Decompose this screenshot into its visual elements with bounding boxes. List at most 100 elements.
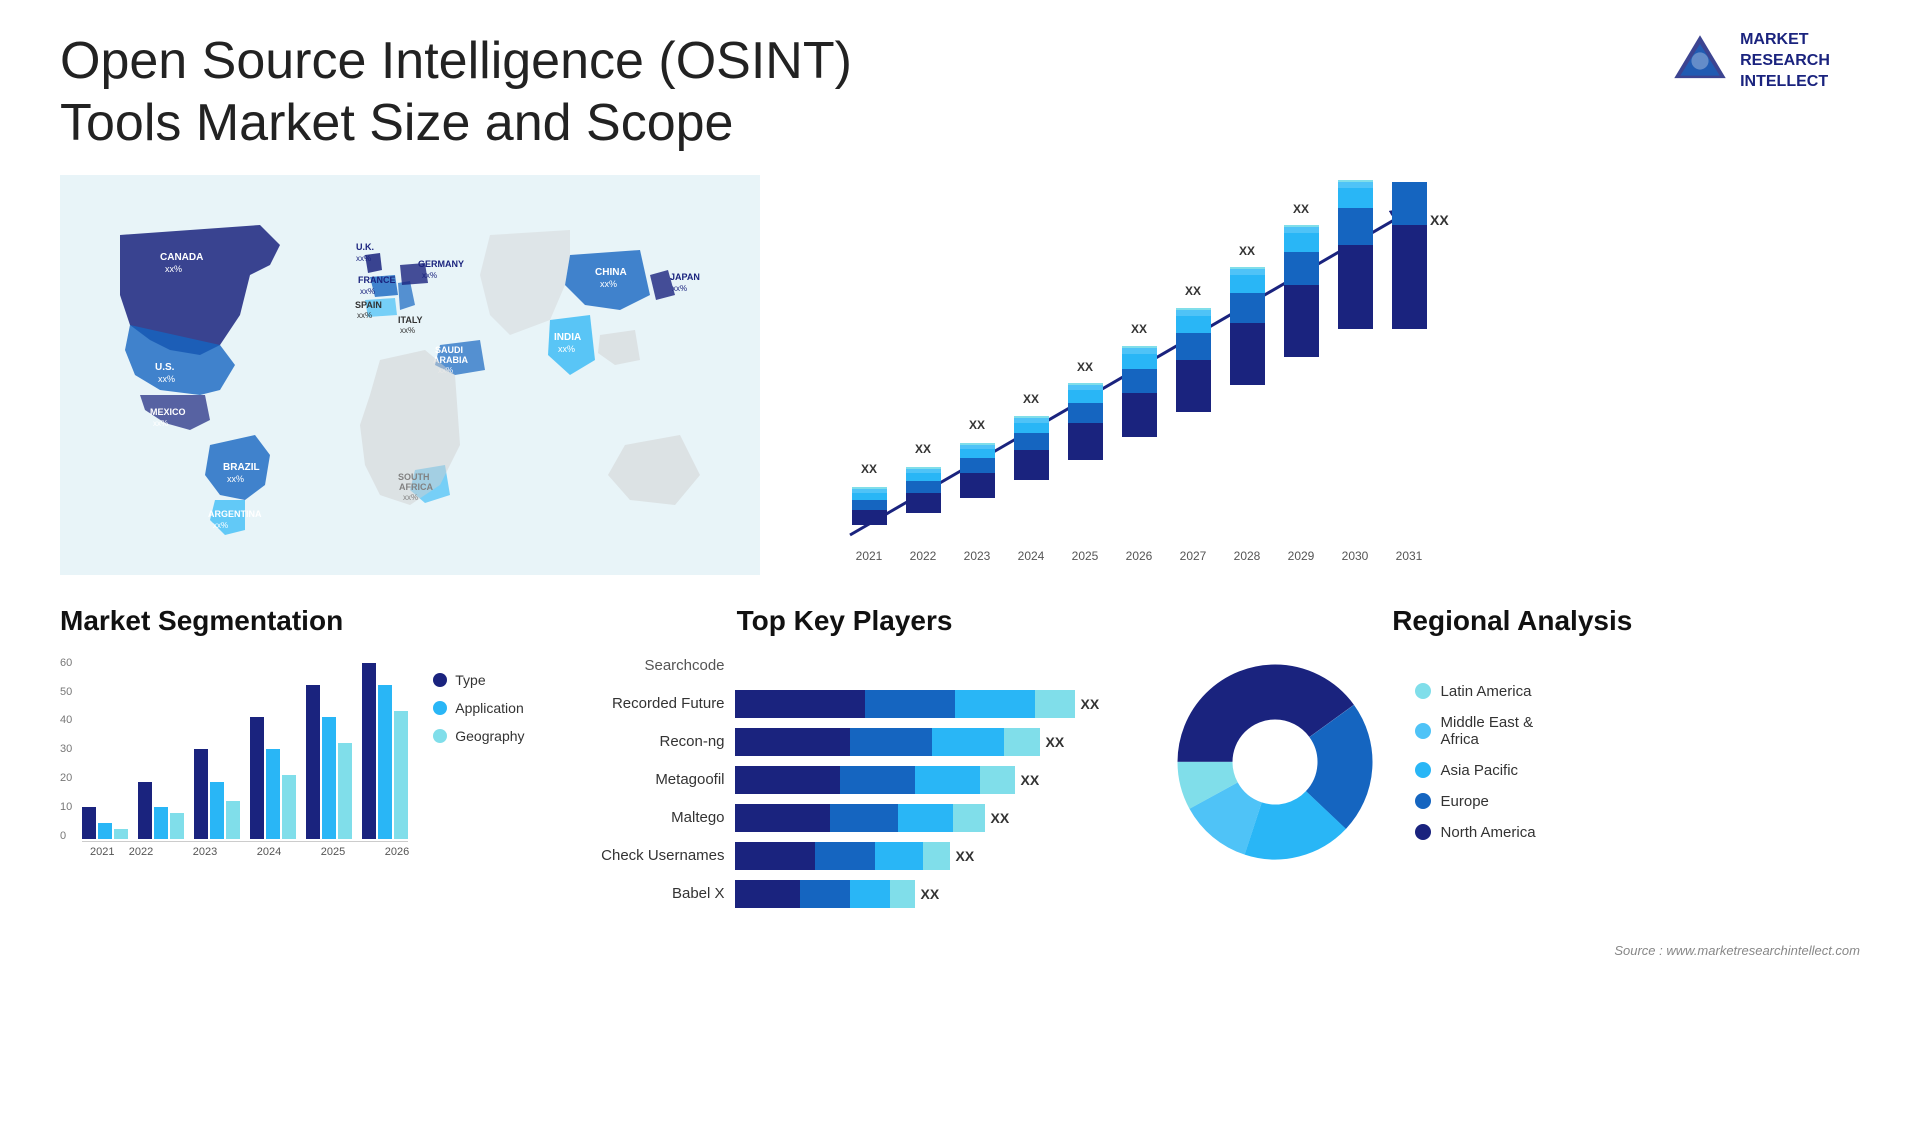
svg-text:BRAZIL: BRAZIL [223, 462, 260, 473]
source-text: Source : www.marketresearchintellect.com [0, 938, 1920, 968]
svg-text:xx%: xx% [158, 374, 175, 384]
player-row-searchcode: Searchcode [565, 652, 1125, 680]
svg-text:2024: 2024 [1018, 549, 1045, 563]
svg-text:XX: XX [915, 442, 931, 456]
player-row-check-usernames: Check Usernames XX [565, 842, 1125, 870]
legend-dot-asia-pacific [1415, 762, 1431, 778]
header: Open Source Intelligence (OSINT) Tools M… [0, 0, 1920, 165]
seg-legend-dot-geography [433, 729, 447, 743]
svg-text:xx%: xx% [356, 254, 371, 263]
svg-text:XX: XX [861, 462, 877, 476]
player-bar-recorded-future: XX [735, 690, 1125, 718]
svg-text:ARGENTINA: ARGENTINA [208, 509, 262, 519]
svg-text:xx%: xx% [213, 521, 228, 530]
svg-text:INDIA: INDIA [554, 332, 581, 343]
seg-legend-dot-application [433, 701, 447, 715]
bottom-row: Market Segmentation 60 50 40 30 20 10 0 [0, 595, 1920, 938]
svg-text:XX: XX [1293, 202, 1309, 216]
seg-bar-geo-2023 [226, 801, 240, 839]
legend-dot-middle-east [1415, 723, 1431, 739]
player-value-maltego: XX [991, 810, 1010, 826]
svg-text:xx%: xx% [600, 279, 617, 289]
svg-text:2025: 2025 [1072, 549, 1099, 563]
bar-chart-wrapper: XX 2021 XX 2022 XX 2023 [800, 175, 1860, 575]
legend-dot-north-america [1415, 824, 1431, 840]
legend-item-middle-east: Middle East &Africa [1415, 714, 1536, 748]
regional-content: Latin America Middle East &Africa Asia P… [1165, 652, 1860, 872]
seg-legend-application: Application [433, 700, 524, 716]
players-title: Top Key Players [565, 605, 1125, 637]
world-map: CANADA xx% U.S. xx% MEXICO xx% BRAZIL xx… [60, 175, 760, 575]
svg-text:XX: XX [1185, 284, 1201, 298]
svg-text:2030: 2030 [1342, 549, 1369, 563]
legend-label-europe: Europe [1441, 793, 1489, 810]
page-title: Open Source Intelligence (OSINT) Tools M… [60, 30, 960, 155]
seg-bar-app-2024 [266, 749, 280, 839]
main-content: CANADA xx% U.S. xx% MEXICO xx% BRAZIL xx… [0, 165, 1920, 595]
player-value-babel-x: XX [921, 886, 940, 902]
legend-dot-europe [1415, 793, 1431, 809]
svg-text:2022: 2022 [910, 549, 937, 563]
svg-text:2029: 2029 [1288, 549, 1315, 563]
player-value-recon-ng: XX [1046, 734, 1065, 750]
seg-bar-type-2024 [250, 717, 264, 839]
svg-text:XX: XX [1077, 360, 1093, 374]
svg-text:U.K.: U.K. [356, 242, 374, 252]
logo-icon [1670, 31, 1730, 91]
seg-legend-type: Type [433, 672, 524, 688]
player-bar-maltego: XX [735, 804, 1125, 832]
player-name-metagoofil: Metagoofil [565, 771, 725, 788]
svg-text:XX: XX [1239, 244, 1255, 258]
legend-item-north-america: North America [1415, 824, 1536, 841]
svg-text:MEXICO: MEXICO [150, 407, 186, 417]
map-section: CANADA xx% U.S. xx% MEXICO xx% BRAZIL xx… [60, 175, 760, 575]
svg-text:xx%: xx% [357, 311, 372, 320]
regional-title: Regional Analysis [1165, 605, 1860, 637]
segmentation-title: Market Segmentation [60, 605, 525, 637]
svg-text:xx%: xx% [558, 344, 575, 354]
legend-item-asia-pacific: Asia Pacific [1415, 762, 1536, 779]
seg-legend-dot-type [433, 673, 447, 687]
player-name-check-usernames: Check Usernames [565, 847, 725, 864]
legend-items: Latin America Middle East &Africa Asia P… [1415, 683, 1536, 841]
player-row-metagoofil: Metagoofil XX [565, 766, 1125, 794]
segmentation-section: Market Segmentation 60 50 40 30 20 10 0 [60, 605, 525, 918]
seg-legend-geography: Geography [433, 728, 524, 744]
svg-text:2023: 2023 [964, 549, 991, 563]
player-name-recorded-future: Recorded Future [565, 695, 725, 712]
svg-text:SAUDI: SAUDI [435, 345, 463, 355]
svg-text:ITALY: ITALY [398, 315, 423, 325]
player-bar-searchcode [735, 652, 1125, 680]
svg-text:xx%: xx% [153, 419, 168, 428]
logo-box: MARKETRESEARCHINTELLECT [1670, 30, 1830, 92]
seg-bar-geo-2024 [282, 775, 296, 839]
bar-chart-svg: XX 2021 XX 2022 XX 2023 [800, 175, 1450, 595]
player-value-recorded-future: XX [1081, 696, 1100, 712]
seg-bar-geo-2026 [394, 711, 408, 839]
svg-text:CANADA: CANADA [160, 252, 203, 263]
player-value-check-usernames: XX [956, 848, 975, 864]
legend-item-latin-america: Latin America [1415, 683, 1536, 700]
svg-text:2031: 2031 [1396, 549, 1423, 563]
seg-legend-label-application: Application [455, 700, 524, 716]
player-row-recon-ng: Recon-ng XX [565, 728, 1125, 756]
svg-text:2028: 2028 [1234, 549, 1261, 563]
svg-text:xx%: xx% [422, 271, 437, 280]
svg-text:xx%: xx% [360, 287, 375, 296]
bar-chart-section: XX 2021 XX 2022 XX 2023 [800, 175, 1860, 575]
player-bar-metagoofil: XX [735, 766, 1125, 794]
svg-text:XX: XX [1023, 392, 1039, 406]
donut-container [1165, 652, 1385, 872]
players-section: Top Key Players Searchcode Recorded Futu… [565, 605, 1125, 918]
svg-text:XX: XX [1430, 212, 1449, 228]
player-bar-check-usernames: XX [735, 842, 1125, 870]
world-map-svg: CANADA xx% U.S. xx% MEXICO xx% BRAZIL xx… [60, 175, 760, 575]
svg-text:FRANCE: FRANCE [358, 275, 396, 285]
svg-text:xx%: xx% [227, 474, 244, 484]
legend-label-asia-pacific: Asia Pacific [1441, 762, 1519, 779]
svg-text:xx%: xx% [672, 284, 687, 293]
seg-bar-app-2025 [322, 717, 336, 839]
player-name-maltego: Maltego [565, 809, 725, 826]
seg-legend-label-type: Type [455, 672, 485, 688]
player-row-recorded-future: Recorded Future XX [565, 690, 1125, 718]
